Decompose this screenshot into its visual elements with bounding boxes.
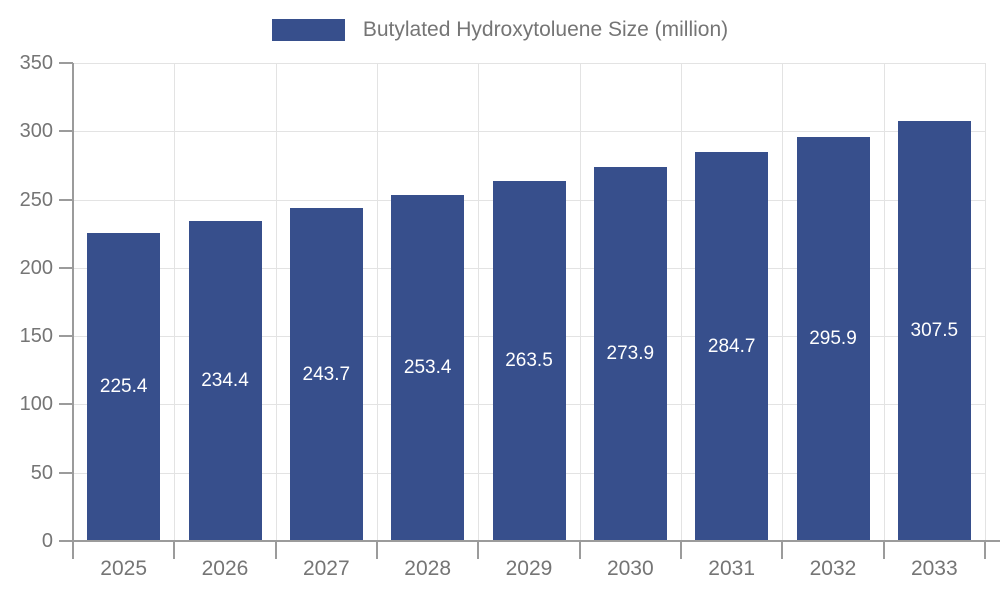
y-axis-tick <box>59 62 73 64</box>
gridline-vertical <box>884 63 885 541</box>
y-axis-tick <box>59 403 73 406</box>
x-tick-label: 2028 <box>404 557 452 580</box>
y-axis-tick <box>59 266 73 269</box>
gridline-vertical <box>782 63 783 541</box>
x-tick-label: 2026 <box>201 557 249 580</box>
bar: 284.7 <box>695 152 769 541</box>
bar: 253.4 <box>391 194 465 541</box>
bar: 225.4 <box>87 233 161 541</box>
y-tick-label: 350 <box>19 52 53 74</box>
bar-chart: Butylated Hydroxytoluene Size (million) … <box>0 0 1000 600</box>
gridline-vertical <box>985 63 986 541</box>
y-tick-label: 250 <box>19 188 53 211</box>
x-axis-line <box>72 540 1000 542</box>
y-axis-tick <box>59 335 73 338</box>
gridline-vertical <box>174 63 175 541</box>
bar-value-label: 253.4 <box>403 356 452 378</box>
plot-area: 225.4 234.4 243.7 253.4 263.5 273.9 284.7 295.9… <box>20 52 1000 580</box>
y-axis-line <box>72 63 74 541</box>
y-axis-tick <box>59 540 73 542</box>
bar: 234.4 <box>188 220 262 541</box>
x-tick-label: 2025 <box>100 557 148 580</box>
y-tick-label: 150 <box>19 325 53 348</box>
bar-value-label: 273.9 <box>606 342 655 364</box>
bar-value-label: 284.7 <box>707 335 756 357</box>
bar: 243.7 <box>289 208 363 541</box>
legend-label: Butylated Hydroxytoluene Size (million) <box>362 18 729 41</box>
gridline-vertical <box>276 63 277 541</box>
bar-value-label: 307.5 <box>910 320 959 341</box>
bar-value-label: 234.4 <box>201 369 249 391</box>
y-tick-label: 100 <box>19 393 53 416</box>
x-tick-label: 2033 <box>910 557 958 580</box>
y-axis-tick <box>59 130 73 133</box>
gridline-horizontal <box>73 63 985 64</box>
x-tick-label: 2027 <box>302 557 350 580</box>
gridline-vertical <box>377 63 378 541</box>
legend-swatch <box>271 19 345 41</box>
bar-value-label: 243.7 <box>302 363 351 385</box>
x-tick-label: 2030 <box>606 557 654 580</box>
bar-value-label: 225.4 <box>99 376 148 398</box>
bar: 307.5 <box>897 121 971 541</box>
gridline-vertical <box>681 63 682 541</box>
y-axis-tick <box>59 471 73 474</box>
bar-value-label: 263.5 <box>505 350 553 372</box>
bar: 273.9 <box>593 166 667 541</box>
gridline-horizontal <box>73 131 985 133</box>
bar: 295.9 <box>796 136 870 541</box>
legend: Butylated Hydroxytoluene Size (million) <box>0 14 1000 46</box>
y-tick-label: 300 <box>19 120 53 143</box>
y-tick-label: 200 <box>19 256 53 279</box>
y-axis-tick <box>59 198 73 201</box>
x-tick-label: 2029 <box>505 557 553 580</box>
gridline-vertical <box>580 63 581 541</box>
y-tick-label: 0 <box>41 530 53 552</box>
x-tick-label: 2031 <box>708 557 756 580</box>
bar: 263.5 <box>492 181 566 541</box>
x-tick-label: 2032 <box>809 557 857 580</box>
bar-value-label: 295.9 <box>809 327 857 349</box>
y-tick-label: 50 <box>30 461 53 484</box>
gridline-vertical <box>478 63 479 541</box>
